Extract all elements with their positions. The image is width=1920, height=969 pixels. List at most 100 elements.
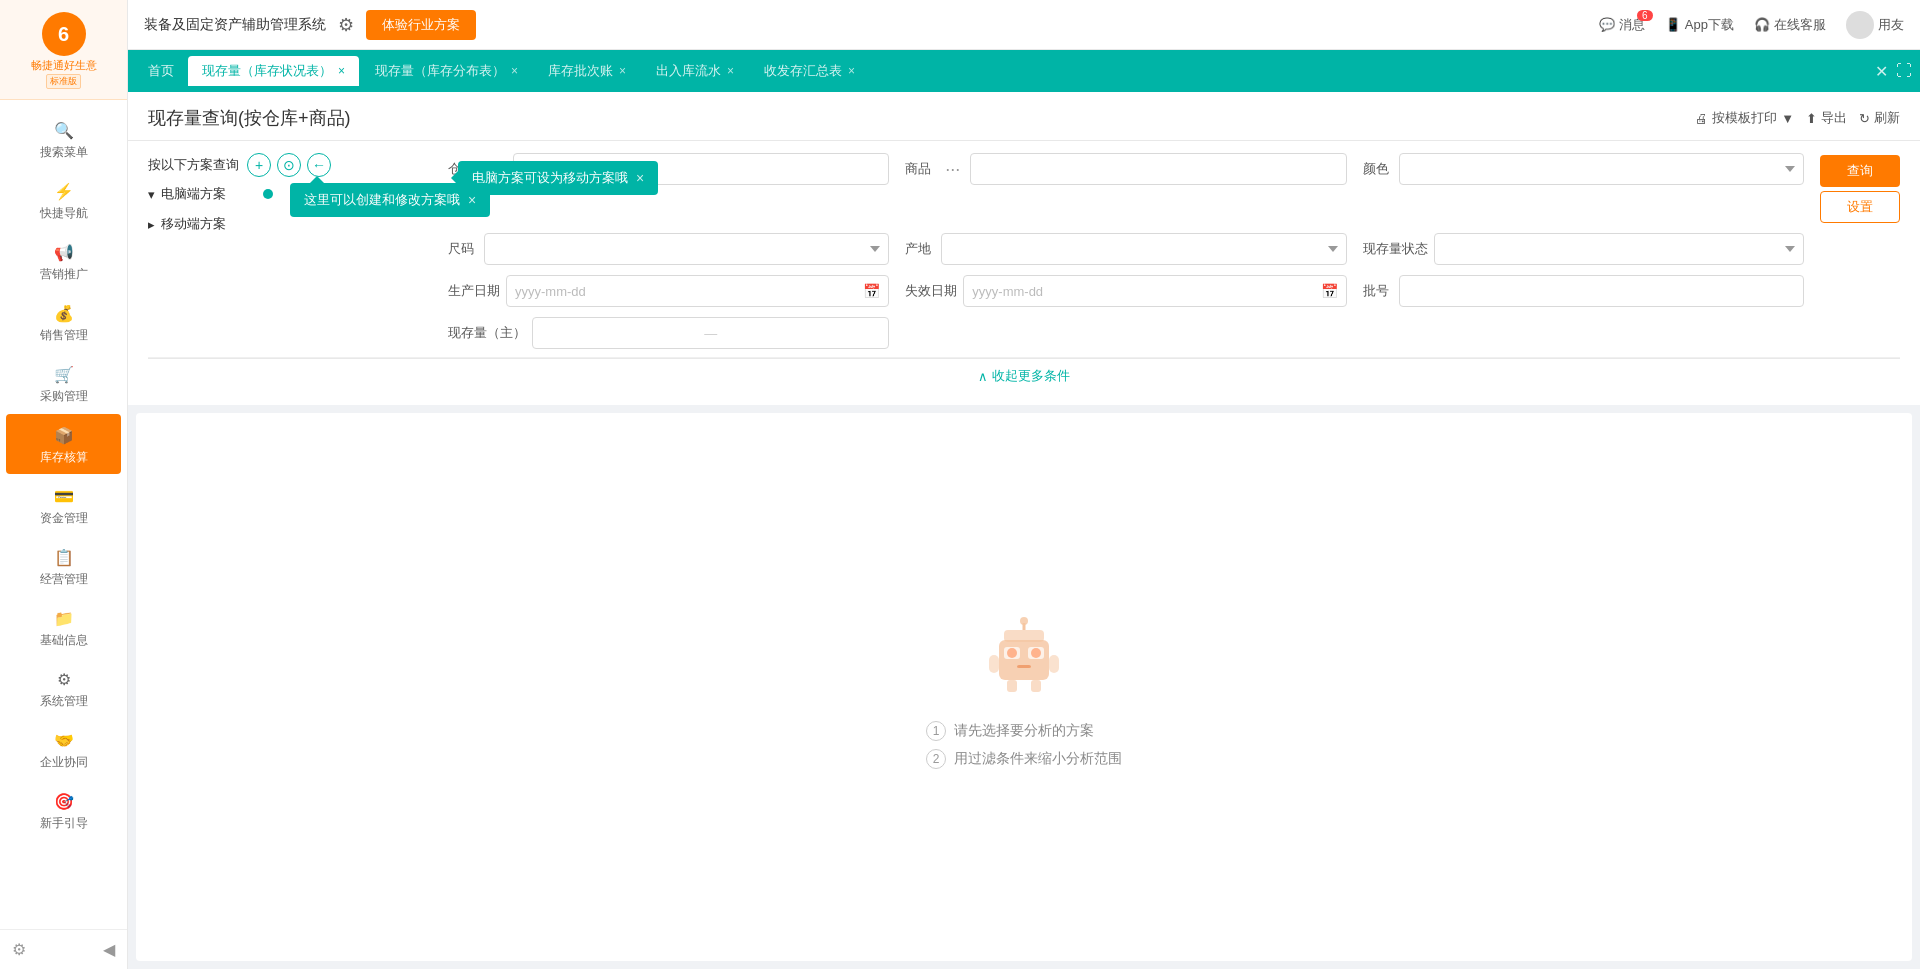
goods-input-box[interactable] <box>970 153 1346 185</box>
filter-origin: 产地 <box>905 233 1346 265</box>
filter-scheme-label: 按以下方案查询 <box>148 156 239 174</box>
svg-rect-3 <box>1017 665 1031 668</box>
content-area: 现存量查询(按仓库+商品) 🖨 按模板打印 ▼ ⬆ 导出 ↻ 刷新 <box>128 92 1920 969</box>
expire-date-placeholder: yyyy-mm-dd <box>972 284 1043 299</box>
sidebar-item-marketing[interactable]: 📢 营销推广 <box>6 231 121 291</box>
scheme-mobile-arrow: ▸ <box>148 217 155 232</box>
top-header: 装备及固定资产辅助管理系统 ⚙ 体验行业方案 💬 消息 6 📱 App下载 🎧 … <box>128 0 1920 50</box>
filter-scheme-actions: + ⊙ ← <box>247 153 331 177</box>
origin-select[interactable] <box>941 233 1346 265</box>
page-title: 现存量查询(按仓库+商品) <box>148 106 351 130</box>
tab-inventory-status[interactable]: 现存量（库存状况表） × <box>188 56 359 86</box>
settings-footer-icon[interactable]: ⚙ <box>12 940 26 959</box>
export-button[interactable]: ⬆ 导出 <box>1806 109 1847 127</box>
tab-recv-summary-close[interactable]: × <box>848 64 855 78</box>
app-label: App下载 <box>1685 16 1734 34</box>
sidebar-item-purchase[interactable]: 🛒 采购管理 <box>6 353 121 413</box>
empty-illustration <box>974 605 1074 705</box>
size-label: 尺码 <box>448 240 478 258</box>
color-select[interactable] <box>1399 153 1804 185</box>
expire-date-calendar-icon[interactable]: 📅 <box>1321 283 1338 299</box>
collapse-bar[interactable]: ∧ 收起更多条件 <box>148 358 1900 393</box>
support-label: 在线客服 <box>1774 16 1826 34</box>
sidebar-item-search[interactable]: 🔍 搜索菜单 <box>6 109 121 169</box>
reset-button[interactable]: 设置 <box>1820 191 1900 223</box>
prod-date-label: 生产日期 <box>448 282 500 300</box>
prod-date-input[interactable]: yyyy-mm-dd 📅 <box>506 275 889 307</box>
svg-rect-4 <box>1007 680 1017 692</box>
template-print-icon: 🖨 <box>1695 111 1708 126</box>
refresh-button[interactable]: ↻ 刷新 <box>1859 109 1900 127</box>
back-scheme-button[interactable]: ← <box>307 153 331 177</box>
sidebar-item-operation[interactable]: 📋 经营管理 <box>6 536 121 596</box>
tooltip-pc-close[interactable]: × <box>636 170 644 186</box>
support-icon: 🎧 <box>1754 17 1770 32</box>
tab-batch-account-close[interactable]: × <box>619 64 626 78</box>
base-icon: 📁 <box>53 607 75 629</box>
sidebar: 6 畅捷通好生意 标准版 🔍 搜索菜单 ⚡ 快捷导航 📢 营销推广 💰 销售管理… <box>0 0 128 969</box>
tab-batch-account[interactable]: 库存批次账 × <box>534 56 640 86</box>
goods-dots[interactable]: ··· <box>941 159 964 180</box>
message-button[interactable]: 💬 消息 6 <box>1599 16 1645 34</box>
scheme-pc-label: 电脑端方案 <box>161 185 226 203</box>
tab-home[interactable]: 首页 <box>136 56 186 86</box>
scheme-pc-arrow: ▾ <box>148 187 155 202</box>
template-print-button[interactable]: 🖨 按模板打印 ▼ <box>1695 109 1794 127</box>
sidebar-item-enterprise[interactable]: 🤝 企业协同 <box>6 719 121 779</box>
batch-no-input[interactable] <box>1399 275 1804 307</box>
tab-in-out-flow-close[interactable]: × <box>727 64 734 78</box>
filter-batch-no: 批号 <box>1363 275 1804 307</box>
filter-color: 颜色 <box>1363 153 1804 185</box>
tab-close-all-icon[interactable]: ✕ <box>1875 62 1888 81</box>
solution-button[interactable]: 体验行业方案 <box>366 10 476 40</box>
user-button[interactable]: 用友 <box>1846 11 1904 39</box>
sidebar-item-quick[interactable]: ⚡ 快捷导航 <box>6 170 121 230</box>
app-download-button[interactable]: 📱 App下载 <box>1665 16 1734 34</box>
copy-scheme-button[interactable]: ⊙ <box>277 153 301 177</box>
stock-status-label: 现存量状态 <box>1363 240 1428 258</box>
template-print-arrow: ▼ <box>1781 111 1794 126</box>
tab-recv-summary-label: 收发存汇总表 <box>764 62 842 80</box>
sidebar-nav: 🔍 搜索菜单 ⚡ 快捷导航 📢 营销推广 💰 销售管理 🛒 采购管理 📦 库存核… <box>0 100 127 929</box>
search-icon: 🔍 <box>53 119 75 141</box>
sidebar-item-base[interactable]: 📁 基础信息 <box>6 597 121 657</box>
stock-status-select[interactable] <box>1434 233 1804 265</box>
tab-in-out-flow-label: 出入库流水 <box>656 62 721 80</box>
range-separator: — <box>704 326 717 341</box>
system-setting-icon[interactable]: ⚙ <box>338 14 354 36</box>
tab-inventory-status-close[interactable]: × <box>338 64 345 78</box>
sidebar-item-label: 销售管理 <box>40 327 88 344</box>
search-button[interactable]: 查询 <box>1820 155 1900 187</box>
add-scheme-button[interactable]: + <box>247 153 271 177</box>
tab-inventory-dist-close[interactable]: × <box>511 64 518 78</box>
filter-prod-date: 生产日期 yyyy-mm-dd 📅 <box>448 275 889 307</box>
collapse-sidebar-icon[interactable]: ◀ <box>103 940 115 959</box>
sidebar-item-label: 资金管理 <box>40 510 88 527</box>
expire-date-input[interactable]: yyyy-mm-dd 📅 <box>963 275 1346 307</box>
stock-main-range[interactable]: — <box>532 317 889 349</box>
tab-fullscreen-icon[interactable]: ⛶ <box>1896 62 1912 81</box>
tooltip-create-close[interactable]: × <box>468 192 476 208</box>
sidebar-item-inventory[interactable]: 📦 库存核算 <box>6 414 121 474</box>
svg-rect-0 <box>999 640 1049 680</box>
origin-label: 产地 <box>905 240 935 258</box>
refresh-label: 刷新 <box>1874 109 1900 127</box>
export-icon: ⬆ <box>1806 111 1817 126</box>
prod-date-calendar-icon[interactable]: 📅 <box>863 283 880 299</box>
operation-icon: 📋 <box>53 546 75 568</box>
sidebar-item-sales[interactable]: 💰 销售管理 <box>6 292 121 352</box>
sidebar-item-system[interactable]: ⚙ 系统管理 <box>6 658 121 718</box>
tab-in-out-flow[interactable]: 出入库流水 × <box>642 56 748 86</box>
sidebar-item-asset[interactable]: 💳 资金管理 <box>6 475 121 535</box>
online-support-button[interactable]: 🎧 在线客服 <box>1754 16 1826 34</box>
sidebar-item-guide[interactable]: 🎯 新手引导 <box>6 780 121 840</box>
tab-recv-summary[interactable]: 收发存汇总表 × <box>750 56 869 86</box>
size-select[interactable] <box>484 233 889 265</box>
scheme-dot-indicator <box>263 189 273 199</box>
svg-point-9 <box>1031 648 1041 658</box>
filter-expire-date: 失效日期 yyyy-mm-dd 📅 <box>905 275 1346 307</box>
tip-text-2: 用过滤条件来缩小分析范围 <box>954 750 1122 768</box>
filter-size: 尺码 <box>448 233 889 265</box>
main-area: 装备及固定资产辅助管理系统 ⚙ 体验行业方案 💬 消息 6 📱 App下载 🎧 … <box>128 0 1920 969</box>
tab-inventory-dist[interactable]: 现存量（库存分布表） × <box>361 56 532 86</box>
